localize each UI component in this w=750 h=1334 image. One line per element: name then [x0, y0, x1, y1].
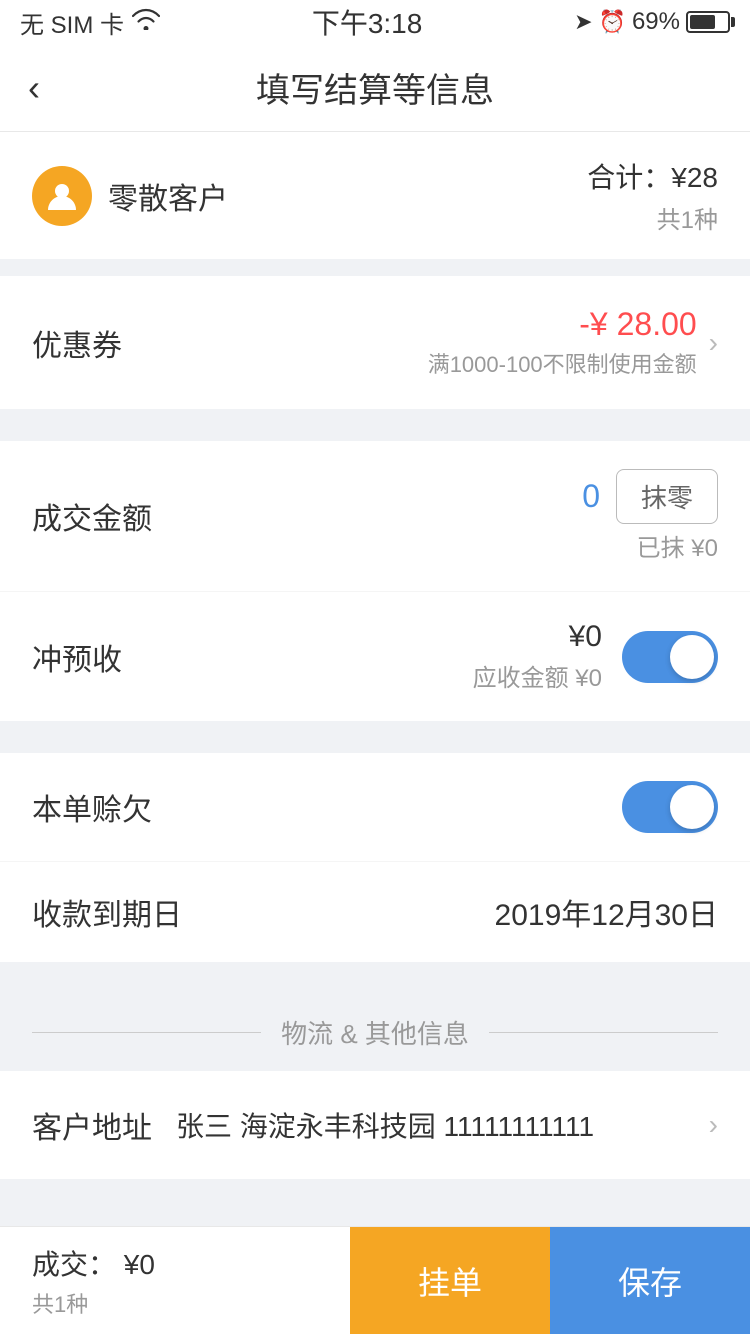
- coupon-info: -¥ 28.00 满1000-100不限制使用金额: [428, 306, 697, 379]
- battery-icon: [686, 11, 730, 33]
- save-button[interactable]: 保存: [550, 1227, 750, 1334]
- main-content: 零散客户 合计：¥28 共1种 优惠券 -¥ 28.00 满1000-100不限…: [0, 132, 750, 1315]
- address-label: 客户地址: [32, 1103, 152, 1147]
- address-row[interactable]: 客户地址 张三 海淀永丰科技园 11111111111 ›: [0, 1071, 750, 1179]
- battery-percent: 69%: [632, 8, 680, 36]
- coupon-discount: -¥ 28.00: [428, 306, 697, 343]
- alarm-icon: ⏰: [599, 9, 626, 35]
- round-button[interactable]: 抹零: [616, 469, 718, 524]
- deferred-toggle-knob: [670, 785, 714, 829]
- deferred-toggle[interactable]: [622, 781, 718, 833]
- location-icon: ➤: [574, 9, 592, 35]
- logistics-line-right: [489, 1032, 718, 1033]
- nav-bar: ‹ 填写结算等信息: [0, 44, 750, 132]
- bottom-deal-label: 成交：: [32, 1249, 116, 1280]
- status-right: ➤ ⏰ 69%: [574, 8, 730, 36]
- avatar: [32, 166, 92, 226]
- prepayment-subinfo: 应收金额 ¥0: [473, 658, 602, 693]
- customer-name: 零散客户: [108, 174, 228, 218]
- customer-section: 零散客户 合计：¥28 共1种: [0, 132, 750, 260]
- coupon-desc: 满1000-100不限制使用金额: [428, 347, 697, 379]
- prepayment-label: 冲预收: [32, 635, 122, 679]
- coupon-row[interactable]: 优惠券 -¥ 28.00 满1000-100不限制使用金额 ›: [0, 276, 750, 409]
- prepayment-right: ¥0 应收金额 ¥0: [473, 620, 602, 693]
- status-time: 下午3:18: [312, 2, 423, 42]
- prepayment-toggle[interactable]: [622, 631, 718, 683]
- form-section-1: 成交金额 0 抹零 已抹 ¥0 冲预收 ¥0 应收金额 ¥0: [0, 441, 750, 721]
- address-value: 张三 海淀永丰科技园 11111111111: [176, 1105, 709, 1145]
- chevron-right-icon: ›: [709, 327, 718, 359]
- due-date-row: 收款到期日 2019年12月30日: [0, 862, 750, 962]
- coupon-right: -¥ 28.00 满1000-100不限制使用金额 ›: [428, 306, 718, 379]
- back-button[interactable]: ‹: [28, 67, 40, 109]
- page-title: 填写结算等信息: [256, 63, 494, 112]
- section-divider-3: [0, 978, 750, 994]
- deferred-label: 本单赊欠: [32, 785, 152, 829]
- customer-right: 合计：¥28 共1种: [587, 156, 718, 235]
- section-divider-1: [0, 425, 750, 441]
- status-left: 无 SIM 卡: [20, 5, 160, 40]
- deferred-row: 本单赊欠: [0, 753, 750, 862]
- logistics-label: 物流 & 其他信息: [261, 1014, 489, 1051]
- section-divider-2: [0, 737, 750, 753]
- coupon-label: 优惠券: [32, 321, 122, 365]
- customer-row: 零散客户 合计：¥28 共1种: [0, 132, 750, 260]
- wifi-icon: [132, 8, 160, 37]
- deal-amount-label: 成交金额: [32, 494, 152, 538]
- due-date-label: 收款到期日: [32, 890, 182, 934]
- deal-amount-right: 0 抹零: [582, 469, 718, 524]
- customer-left: 零散客户: [32, 166, 228, 226]
- status-bar: 无 SIM 卡 下午3:18 ➤ ⏰ 69%: [0, 0, 750, 44]
- bottom-deal-amount: ¥0: [124, 1249, 155, 1280]
- bottom-bar: 成交： ¥0 共1种 挂单 保存: [0, 1226, 750, 1334]
- due-date-value: 2019年12月30日: [495, 890, 718, 934]
- bottom-summary: 成交： ¥0 共1种: [0, 1243, 350, 1319]
- deal-amount-value: 0: [582, 478, 600, 515]
- hold-button[interactable]: 挂单: [350, 1227, 550, 1334]
- carrier-label: 无 SIM 卡: [20, 5, 124, 40]
- address-chevron-icon: ›: [709, 1109, 718, 1141]
- logistics-line-left: [32, 1032, 261, 1033]
- logistics-header: 物流 & 其他信息: [0, 994, 750, 1071]
- prepayment-row: 冲预收 ¥0 应收金额 ¥0: [0, 592, 750, 721]
- total-amount: 合计：¥28: [587, 156, 718, 196]
- bottom-count: 共1种: [32, 1287, 318, 1319]
- deal-amount-row: 成交金额 0 抹零 已抹 ¥0: [0, 441, 750, 592]
- deal-amount-subinfo: 已抹 ¥0: [582, 528, 718, 563]
- total-count: 共1种: [587, 200, 718, 235]
- bottom-deal-info: 成交： ¥0: [32, 1243, 318, 1283]
- deferred-section: 本单赊欠 收款到期日 2019年12月30日: [0, 753, 750, 962]
- prepayment-value: ¥0: [473, 620, 602, 654]
- toggle-knob: [670, 635, 714, 679]
